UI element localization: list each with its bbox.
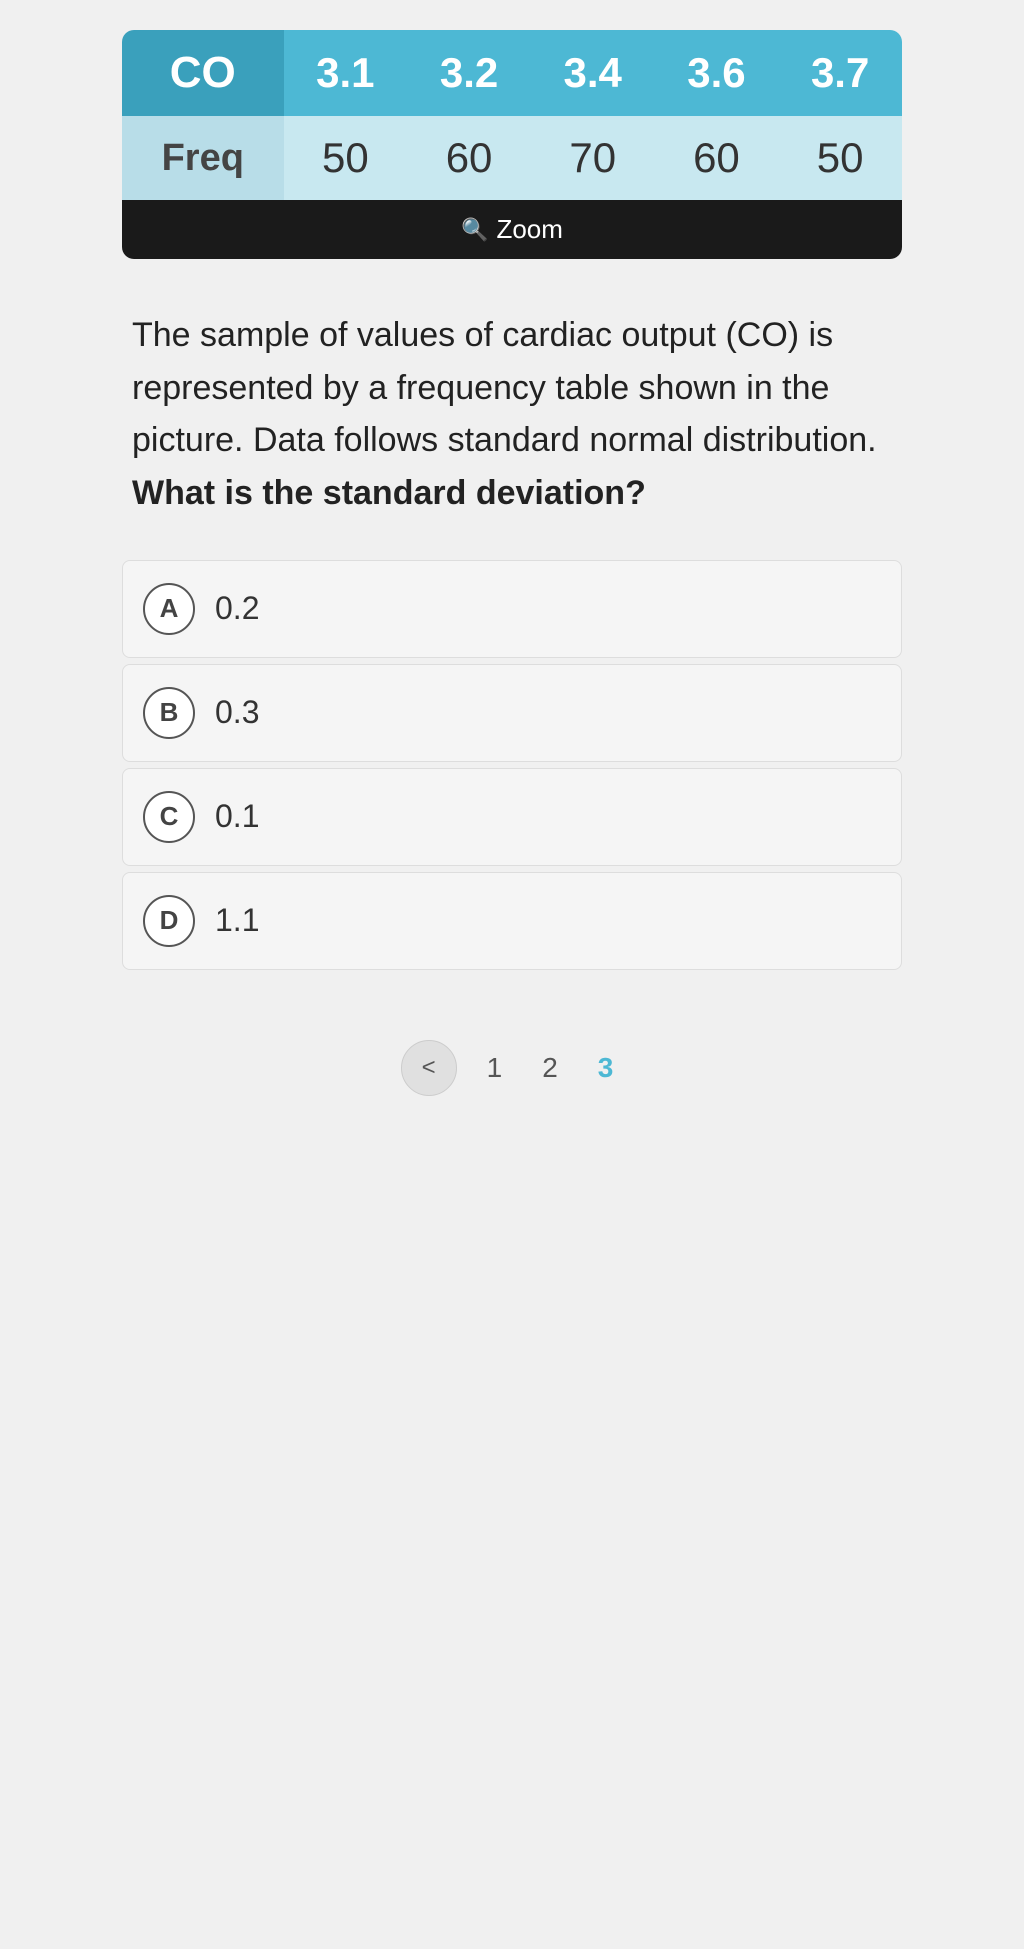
col-header-36: 3.6 xyxy=(655,30,779,116)
bottom-navigation: < 1 2 3 xyxy=(122,1030,902,1106)
option-text-a: 0.2 xyxy=(215,590,259,627)
option-circle-c: C xyxy=(143,791,195,843)
options-container: A 0.2 B 0.3 C 0.1 D 1.1 xyxy=(122,560,902,970)
option-row-c[interactable]: C 0.1 xyxy=(122,768,902,866)
zoom-icon: 🔍 xyxy=(461,217,488,243)
nav-back-button[interactable]: < xyxy=(401,1040,457,1096)
row-cell-70: 70 xyxy=(531,116,655,200)
col-header-34: 3.4 xyxy=(531,30,655,116)
nav-page-1[interactable]: 1 xyxy=(477,1048,513,1088)
question-text: The sample of values of cardiac output (… xyxy=(122,309,902,520)
table-header-row: CO 3.1 3.2 3.4 3.6 3.7 xyxy=(122,30,902,116)
option-text-b: 0.3 xyxy=(215,694,259,731)
col-header-37: 3.7 xyxy=(778,30,902,116)
zoom-label: Zoom xyxy=(496,214,562,245)
option-circle-a: A xyxy=(143,583,195,635)
frequency-table: CO 3.1 3.2 3.4 3.6 3.7 Freq 50 60 70 60 … xyxy=(122,30,902,259)
question-normal-text: The sample of values of cardiac output (… xyxy=(132,316,877,459)
col-header-co: CO xyxy=(122,30,284,116)
option-text-d: 1.1 xyxy=(215,902,259,939)
row-cell-60a: 60 xyxy=(407,116,531,200)
row-cell-50a: 50 xyxy=(284,116,408,200)
row-label-freq: Freq xyxy=(122,116,284,200)
data-table: CO 3.1 3.2 3.4 3.6 3.7 Freq 50 60 70 60 … xyxy=(122,30,902,200)
option-circle-d: D xyxy=(143,895,195,947)
nav-page-3[interactable]: 3 xyxy=(588,1048,624,1088)
option-row-d[interactable]: D 1.1 xyxy=(122,872,902,970)
zoom-bar[interactable]: 🔍 Zoom xyxy=(122,200,902,259)
nav-page-2[interactable]: 2 xyxy=(532,1048,568,1088)
option-row-b[interactable]: B 0.3 xyxy=(122,664,902,762)
option-row-a[interactable]: A 0.2 xyxy=(122,560,902,658)
option-circle-b: B xyxy=(143,687,195,739)
row-cell-50b: 50 xyxy=(778,116,902,200)
table-data-row: Freq 50 60 70 60 50 xyxy=(122,116,902,200)
col-header-32: 3.2 xyxy=(407,30,531,116)
row-cell-60b: 60 xyxy=(655,116,779,200)
question-bold-text: What is the standard deviation? xyxy=(132,474,646,512)
col-header-31: 3.1 xyxy=(284,30,408,116)
option-text-c: 0.1 xyxy=(215,798,259,835)
